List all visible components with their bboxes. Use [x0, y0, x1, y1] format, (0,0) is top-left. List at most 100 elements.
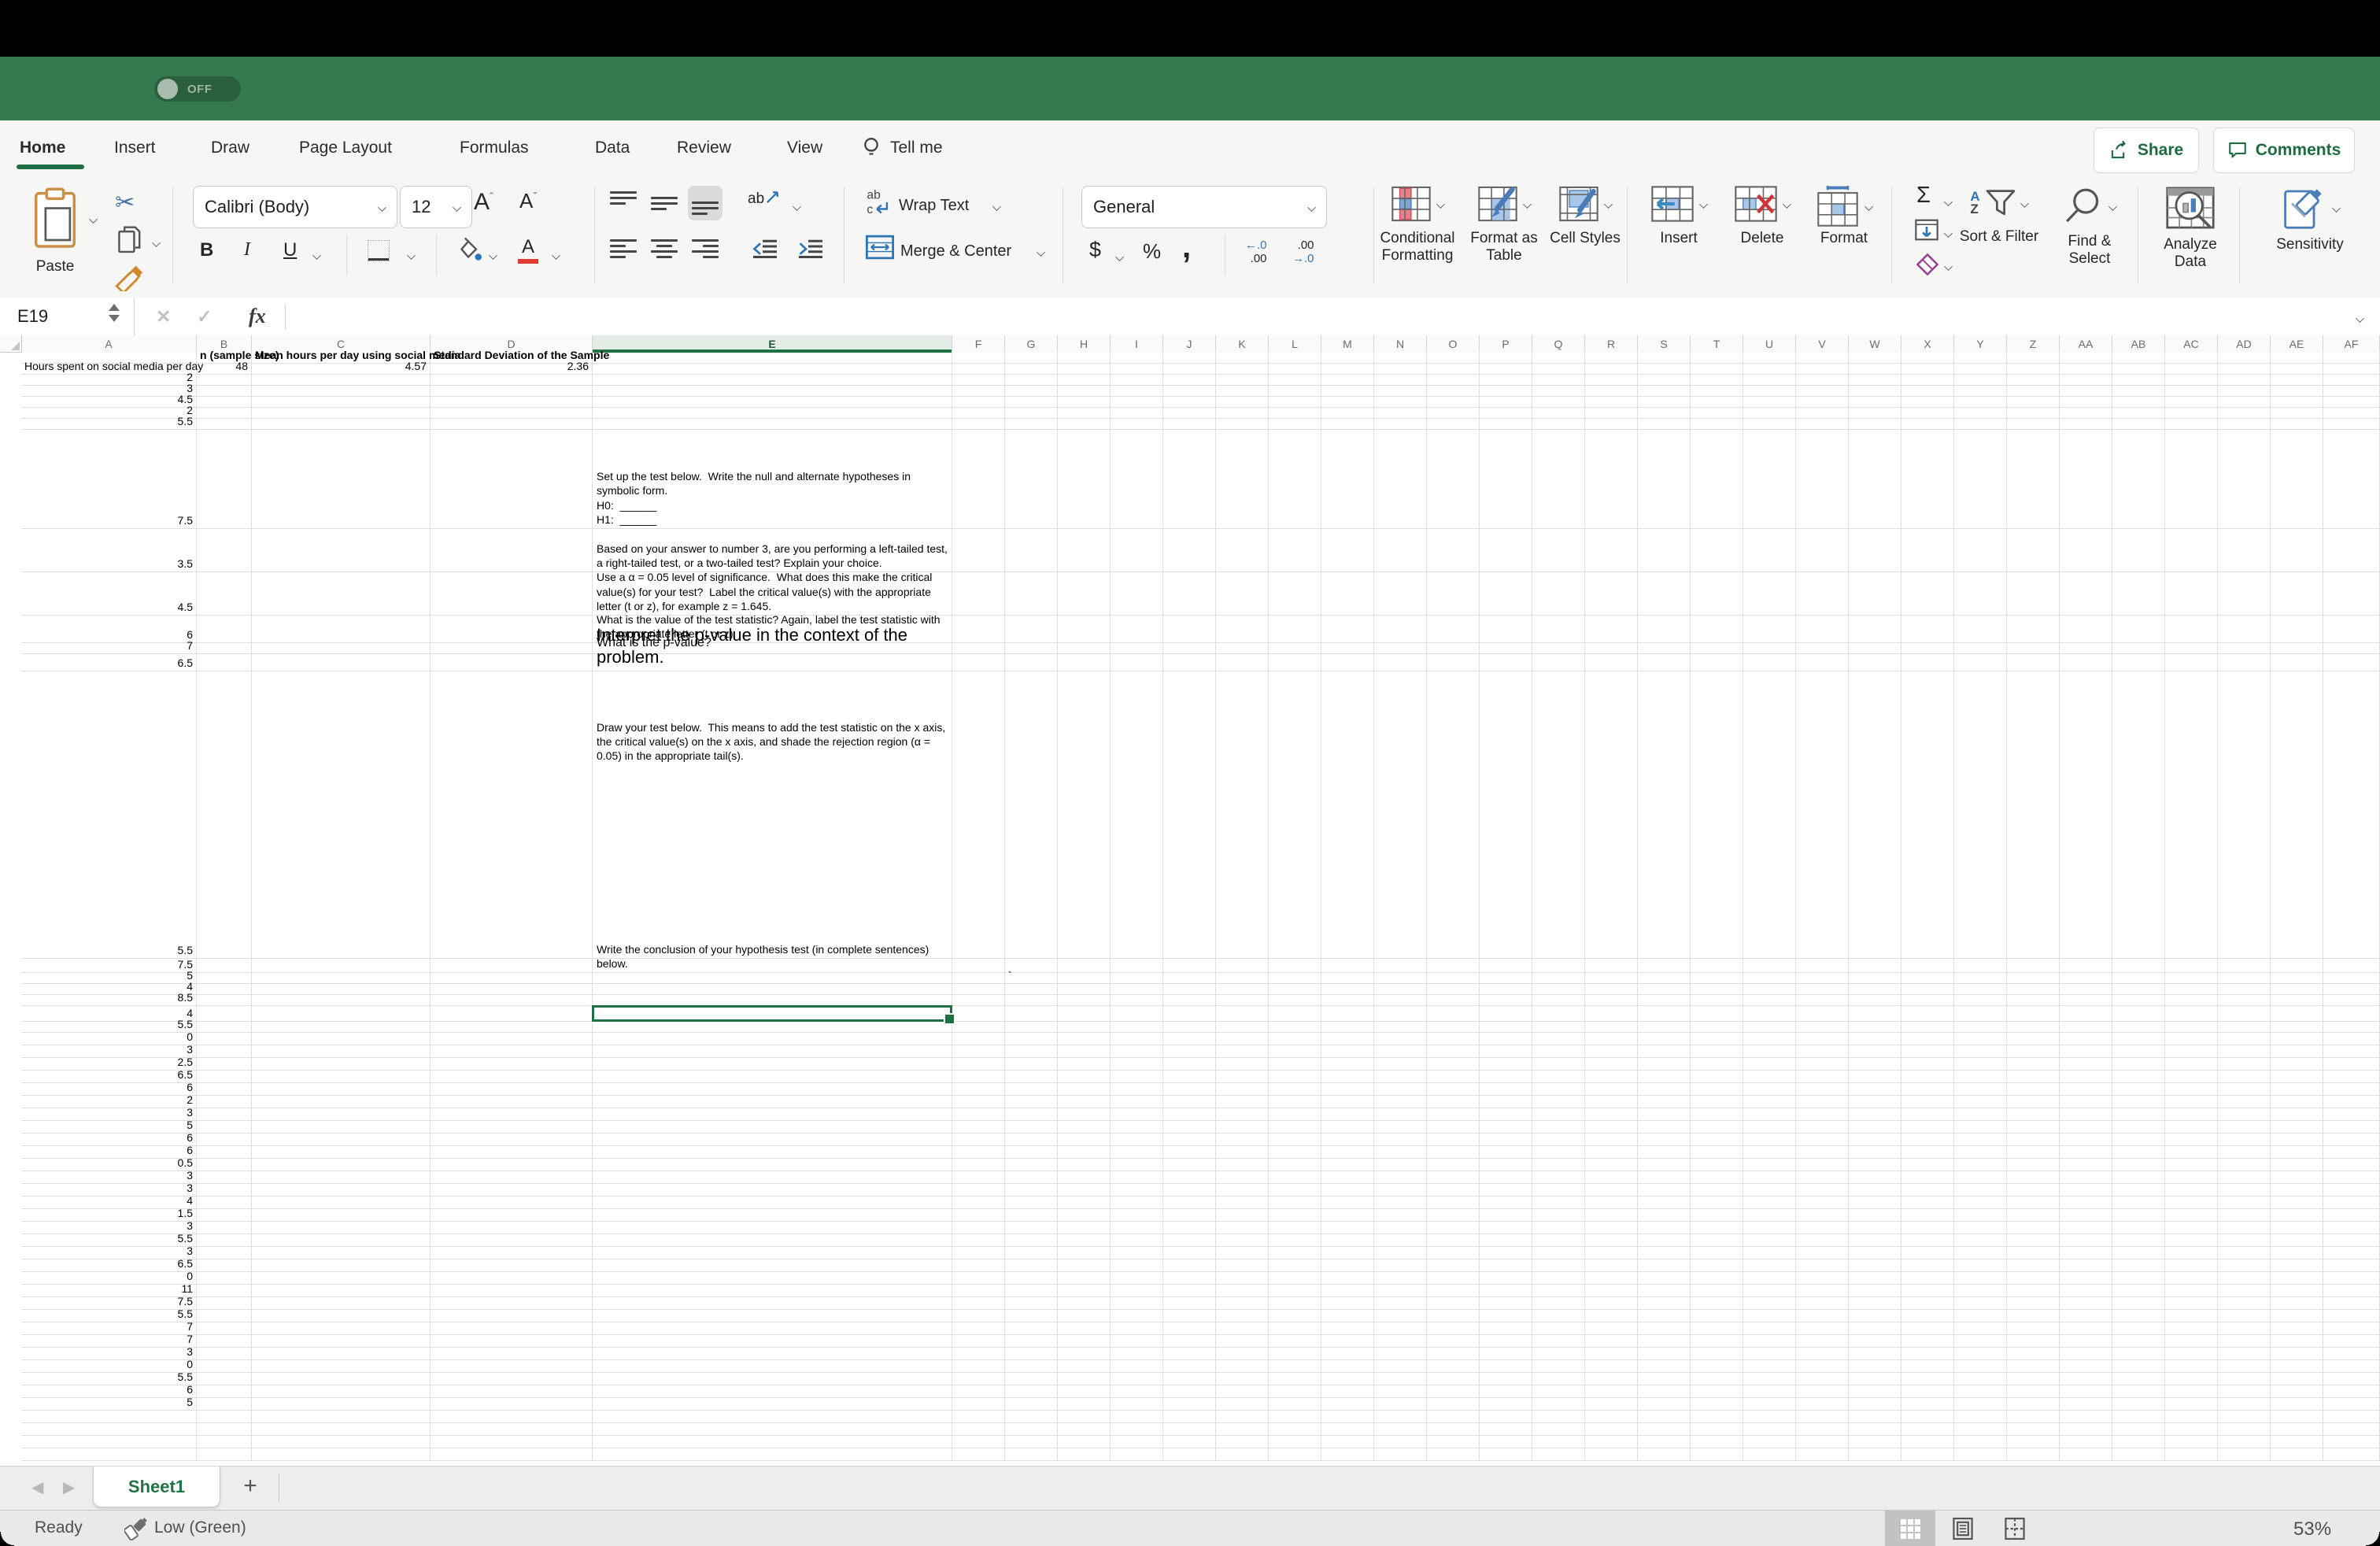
page-break-view-button[interactable]: [1990, 1511, 2040, 1546]
orientation-dropdown-icon[interactable]: [793, 200, 801, 214]
column-header-X[interactable]: X: [1901, 335, 1954, 352]
cell-A22[interactable]: 3: [21, 1043, 196, 1057]
percent-format-button[interactable]: %: [1143, 239, 1161, 264]
tab-home[interactable]: Home: [17, 120, 84, 175]
column-header-V[interactable]: V: [1796, 335, 1849, 352]
zoom-level[interactable]: 53%: [2293, 1518, 2331, 1540]
autosum-button[interactable]: Σ: [1916, 183, 1931, 209]
decrease-indent-button[interactable]: [748, 231, 782, 266]
decrease-decimal-button[interactable]: ←.0.00: [1245, 239, 1267, 265]
cell-A2[interactable]: Hours spent on social media per day: [21, 360, 203, 374]
cell-styles-button[interactable]: Cell Styles: [1548, 186, 1622, 247]
column-header-R[interactable]: R: [1585, 335, 1638, 352]
column-header-Y[interactable]: Y: [1954, 335, 2007, 352]
cell-A23[interactable]: 2.5: [21, 1056, 196, 1070]
formula-bar-expand-icon[interactable]: [2356, 312, 2364, 326]
cell-A34[interactable]: 4: [21, 1194, 196, 1208]
column-header-AD[interactable]: AD: [2218, 335, 2271, 352]
cell-A43[interactable]: 5.5: [21, 1307, 196, 1322]
align-right-button[interactable]: [688, 231, 722, 266]
normal-view-button[interactable]: [1885, 1511, 1935, 1546]
column-header-P[interactable]: P: [1480, 335, 1532, 352]
cells-area[interactable]: n (sample size) Mean hours per day using …: [0, 349, 2380, 1466]
merge-center-icon[interactable]: [866, 235, 894, 264]
cell-A16[interactable]: 5: [21, 969, 196, 983]
tab-review[interactable]: Review: [677, 120, 731, 175]
fill-color-icon[interactable]: [455, 237, 482, 267]
cell-B2[interactable]: 48: [197, 360, 251, 374]
tab-page-layout[interactable]: Page Layout: [299, 120, 392, 175]
format-painter-icon[interactable]: [113, 263, 145, 295]
column-header-L[interactable]: L: [1269, 335, 1321, 352]
cell-A20[interactable]: 5.5: [21, 1018, 196, 1032]
fill-color-dropdown-icon[interactable]: [489, 249, 497, 263]
tab-insert[interactable]: Insert: [114, 120, 156, 175]
format-cells-button[interactable]: Format: [1808, 186, 1880, 247]
align-center-button[interactable]: [647, 231, 682, 266]
column-header-AA[interactable]: AA: [2060, 335, 2112, 352]
cell-A25[interactable]: 6: [21, 1081, 196, 1095]
sensitivity-status-icon[interactable]: [123, 1517, 148, 1544]
cell-A19[interactable]: 4: [21, 1006, 196, 1021]
cell-G16[interactable]: `: [1005, 969, 1057, 983]
column-header-Q[interactable]: Q: [1532, 335, 1585, 352]
currency-format-button[interactable]: $: [1089, 238, 1101, 262]
cell-A47[interactable]: 0: [21, 1358, 196, 1372]
cell-A12[interactable]: 7: [21, 639, 196, 653]
analyze-data-button[interactable]: Analyze Data: [2149, 186, 2231, 272]
cell-A21[interactable]: 0: [21, 1030, 196, 1045]
fill-handle[interactable]: [944, 1013, 955, 1025]
cell-A32[interactable]: 3: [21, 1169, 196, 1183]
cell-A11[interactable]: 6: [21, 616, 196, 642]
cell-A30[interactable]: 6: [21, 1144, 196, 1158]
cell-E13[interactable]: Interpret the p-value in the context of …: [593, 625, 952, 671]
cell-E9[interactable]: Based on your answer to number 3, are yo…: [593, 529, 952, 571]
cancel-entry-icon[interactable]: ✕: [156, 298, 171, 335]
shrink-font-button[interactable]: Aˇ: [519, 189, 537, 213]
font-color-dropdown-icon[interactable]: [552, 249, 560, 263]
cell-A4[interactable]: 3: [21, 382, 196, 396]
underline-button[interactable]: U: [283, 239, 297, 261]
cell-A14[interactable]: 5.5: [21, 671, 196, 958]
cell-A33[interactable]: 3: [21, 1182, 196, 1196]
column-header-T[interactable]: T: [1691, 335, 1743, 352]
cell-A39[interactable]: 6.5: [21, 1257, 196, 1271]
cell-A48[interactable]: 5.5: [21, 1370, 196, 1385]
wrap-text-dropdown-icon[interactable]: [992, 200, 1001, 214]
active-cell-selection-E19[interactable]: [592, 1005, 955, 1025]
column-header-AE[interactable]: AE: [2271, 335, 2323, 352]
cell-A37[interactable]: 5.5: [21, 1232, 196, 1246]
font-name-select[interactable]: Calibri (Body): [193, 186, 397, 228]
column-header-G[interactable]: G: [1005, 335, 1058, 352]
column-header-K[interactable]: K: [1216, 335, 1269, 352]
sheet-tab-sheet1[interactable]: Sheet1: [93, 1466, 220, 1507]
comments-button[interactable]: Comments: [2213, 128, 2355, 173]
prev-sheet-icon[interactable]: ◀: [31, 1478, 43, 1497]
column-header-I[interactable]: I: [1111, 335, 1163, 352]
cell-A49[interactable]: 6: [21, 1383, 196, 1397]
cell-E14[interactable]: Draw your test below. This means to add …: [593, 671, 952, 958]
comma-format-button[interactable]: ,: [1182, 230, 1191, 265]
cell-A13[interactable]: 6.5: [21, 654, 196, 671]
cell-A46[interactable]: 3: [21, 1345, 196, 1359]
name-box-stepper[interactable]: [109, 304, 120, 322]
increase-decimal-button[interactable]: .00 →.0: [1292, 239, 1314, 265]
merge-center-label[interactable]: Merge & Center: [900, 242, 1011, 261]
merge-center-dropdown-icon[interactable]: [1037, 246, 1045, 260]
insert-function-icon[interactable]: fx: [249, 298, 266, 335]
find-select-button[interactable]: Find & Select: [2049, 187, 2131, 268]
column-header-W[interactable]: W: [1849, 335, 1901, 352]
cell-A27[interactable]: 3: [21, 1106, 196, 1120]
column-header-AB[interactable]: AB: [2112, 335, 2165, 352]
borders-icon[interactable]: [368, 240, 390, 261]
cell-A45[interactable]: 7: [21, 1333, 196, 1347]
orientation-icon[interactable]: ab: [748, 189, 782, 208]
sensitivity-button[interactable]: Sensitivity: [2267, 186, 2353, 253]
autosum-dropdown-icon[interactable]: [1944, 195, 1953, 209]
sensitivity-status-label[interactable]: Low (Green): [154, 1518, 246, 1537]
column-header-J[interactable]: J: [1163, 335, 1216, 352]
cell-A18[interactable]: 8.5: [21, 991, 196, 1005]
copy-dropdown-icon[interactable]: [152, 236, 161, 250]
cell-A8[interactable]: 7.5: [21, 430, 196, 528]
cell-A50[interactable]: 5: [21, 1396, 196, 1410]
